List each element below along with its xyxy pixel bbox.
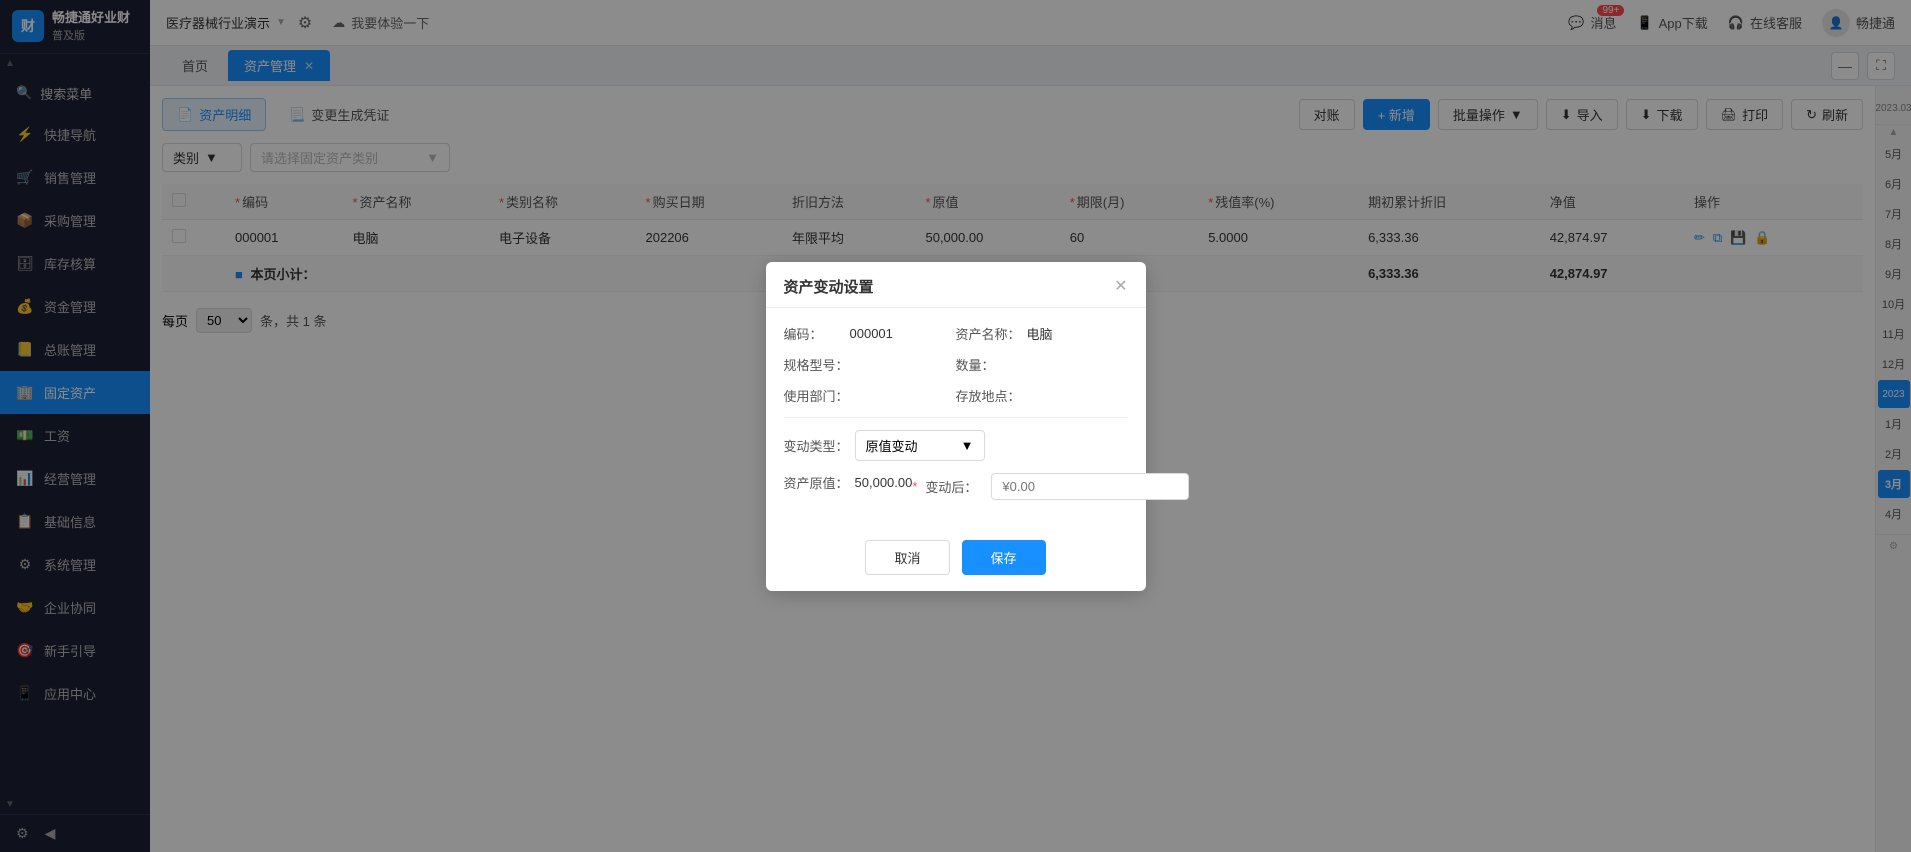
modal-overlay[interactable]: 资产变动设置 ✕ 编码： 000001 资产名称： 电脑 规格型号： xyxy=(0,0,1911,852)
cancel-button[interactable]: 取消 xyxy=(865,540,949,575)
modal-body: 编码： 000001 资产名称： 电脑 规格型号： 数量： xyxy=(766,308,1146,528)
modal-row-5: 资产原值： 50,000.00 * 变动后： xyxy=(784,473,1128,500)
change-type-select[interactable]: 原值变动 ▼ xyxy=(855,430,985,461)
quantity-label: 数量： xyxy=(956,355,1016,374)
modal-header: 资产变动设置 ✕ xyxy=(766,262,1146,308)
modal-row-4: 变动类型： 原值变动 ▼ xyxy=(784,430,1128,461)
modal-row-2: 规格型号： 数量： xyxy=(784,355,1128,374)
location-label: 存放地点： xyxy=(956,386,1021,405)
dept-label: 使用部门： xyxy=(784,386,849,405)
modal-field-change-type: 变动类型： 原值变动 ▼ xyxy=(784,430,1128,461)
modal-field-original-value: 资产原值： 50,000.00 xyxy=(784,473,913,492)
required-star: * xyxy=(912,479,917,494)
asset-name-label: 资产名称： xyxy=(956,324,1021,343)
modal-field-asset-name: 资产名称： 电脑 xyxy=(956,324,1128,343)
modal-row-3: 使用部门： 存放地点： xyxy=(784,386,1128,405)
save-button[interactable]: 保存 xyxy=(962,540,1046,575)
asset-change-modal: 资产变动设置 ✕ 编码： 000001 资产名称： 电脑 规格型号： xyxy=(766,262,1146,591)
code-value: 000001 xyxy=(850,326,893,341)
modal-field-after: * 变动后： xyxy=(912,473,1189,500)
original-value-label: 资产原值： xyxy=(784,473,849,492)
after-label: 变动后： xyxy=(925,477,985,496)
modal-title: 资产变动设置 xyxy=(784,276,874,297)
modal-close-icon[interactable]: ✕ xyxy=(1114,276,1127,296)
modal-row-1: 编码： 000001 资产名称： 电脑 xyxy=(784,324,1128,343)
change-type-value: 原值变动 xyxy=(866,436,918,455)
modal-field-location: 存放地点： xyxy=(956,386,1128,405)
original-value-value: 50,000.00 xyxy=(855,475,913,490)
change-type-label: 变动类型： xyxy=(784,436,849,455)
modal-footer: 取消 保存 xyxy=(766,528,1146,591)
asset-name-value: 电脑 xyxy=(1027,324,1053,343)
modal-field-dept: 使用部门： xyxy=(784,386,956,405)
spec-label: 规格型号： xyxy=(784,355,849,374)
after-input[interactable] xyxy=(991,473,1189,500)
modal-field-spec: 规格型号： xyxy=(784,355,956,374)
modal-field-code: 编码： 000001 xyxy=(784,324,956,343)
code-label: 编码： xyxy=(784,324,844,343)
modal-divider xyxy=(784,417,1128,418)
change-type-arrow-icon: ▼ xyxy=(961,438,974,453)
modal-field-quantity: 数量： xyxy=(956,355,1128,374)
